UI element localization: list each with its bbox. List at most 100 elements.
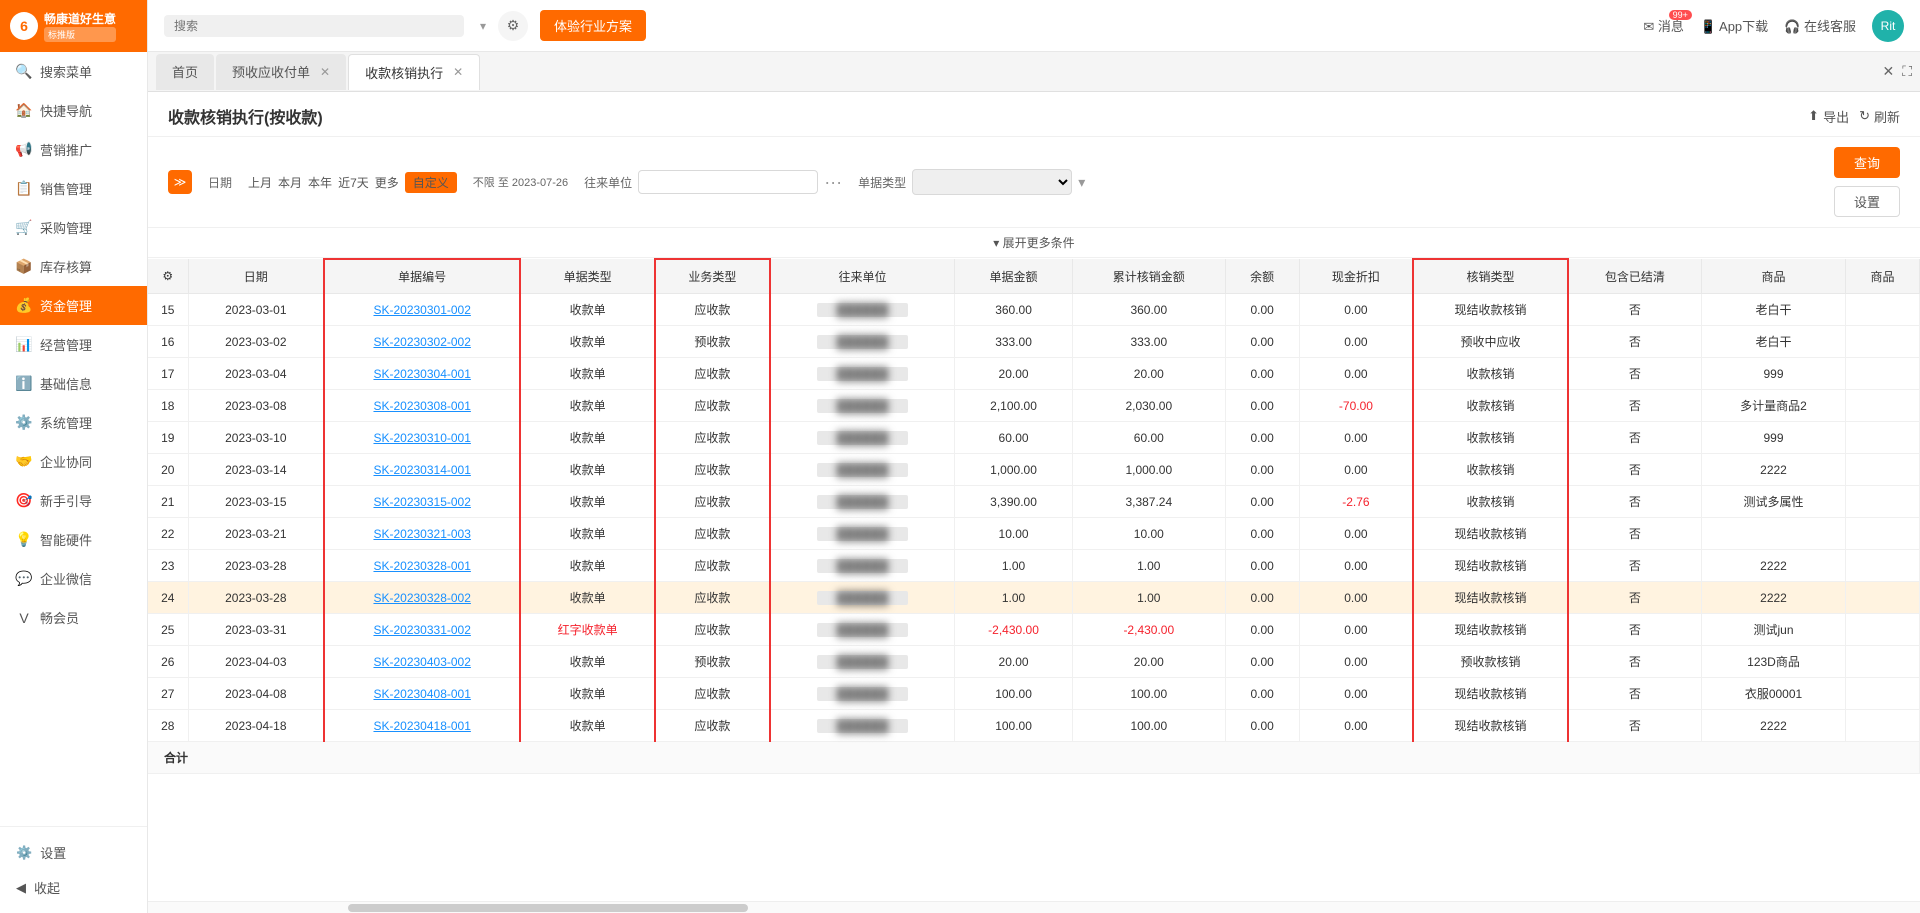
col-header-product[interactable]: 商品 [1702, 259, 1846, 294]
refresh-btn[interactable]: ↻ 刷新 [1859, 107, 1900, 126]
cell-balance: 0.00 [1225, 678, 1299, 710]
export-btn[interactable]: ⬆ 导出 [1808, 107, 1849, 126]
col-header-amount[interactable]: 单据金额 [955, 259, 1073, 294]
topbar-message-btn[interactable]: ✉ 消息 99+ [1643, 16, 1684, 35]
cell-no: 28 [148, 710, 188, 742]
col-header-voucher-no[interactable]: 单据编号 [324, 259, 520, 294]
cell-voucher-no[interactable]: SK-20230418-001 [324, 710, 520, 742]
cell-voucher-no[interactable]: SK-20230301-002 [324, 294, 520, 326]
tab-home[interactable]: 首页 [156, 54, 214, 90]
maximize-icon[interactable]: ⛶ [1902, 63, 1912, 80]
expand-more-btn[interactable]: ▾ 展开更多条件 [148, 228, 1920, 258]
col-header-product2[interactable]: 商品 [1846, 259, 1920, 294]
horizontal-scrollbar[interactable] [148, 901, 1920, 913]
basic-icon: ℹ️ [16, 376, 32, 392]
col-header-voucher-type[interactable]: 单据类型 [520, 259, 655, 294]
cell-date: 2023-04-03 [188, 646, 324, 678]
date-prev-month[interactable]: 上月 [248, 174, 272, 191]
sidebar-item-wecom[interactable]: 💬 企业微信 [0, 559, 147, 598]
tab-collection-close[interactable]: ✕ [453, 65, 463, 79]
cell-date: 2023-03-08 [188, 390, 324, 422]
cell-voucher-no[interactable]: SK-20230331-002 [324, 614, 520, 646]
sidebar-item-hardware[interactable]: 💡 智能硬件 [0, 520, 147, 559]
cell-no: 16 [148, 326, 188, 358]
cell-voucher-no[interactable]: SK-20230403-002 [324, 646, 520, 678]
date-7days[interactable]: 近7天 [338, 174, 369, 191]
cell-cash-discount: 0.00 [1299, 358, 1413, 390]
cell-product2 [1846, 358, 1920, 390]
cell-voucher-no[interactable]: SK-20230315-002 [324, 486, 520, 518]
cell-voucher-no[interactable]: SK-20230304-001 [324, 358, 520, 390]
cell-partner: ██████ [770, 486, 955, 518]
sidebar-item-inventory[interactable]: 📦 库存核算 [0, 247, 147, 286]
cell-no: 24 [148, 582, 188, 614]
close-window-icon[interactable]: ✕ [1882, 63, 1894, 80]
sidebar-item-marketing[interactable]: 📢 营销推广 [0, 130, 147, 169]
date-curr-year[interactable]: 本年 [308, 174, 332, 191]
solution-btn[interactable]: 体验行业方案 [540, 10, 646, 41]
cell-voucher-no[interactable]: SK-20230408-001 [324, 678, 520, 710]
sidebar-item-collab[interactable]: 🤝 企业协同 [0, 442, 147, 481]
sidebar-collapse-btn[interactable]: ◀ 收起 [0, 870, 147, 905]
sidebar-item-system[interactable]: ⚙️ 系统管理 [0, 403, 147, 442]
partner-input[interactable] [638, 170, 818, 194]
cell-amount: 100.00 [955, 710, 1073, 742]
col-header-balance[interactable]: 余额 [1225, 259, 1299, 294]
topbar-appdown-btn[interactable]: 📱 App下载 [1700, 16, 1768, 35]
setting-btn[interactable]: 设置 [1834, 186, 1900, 217]
col-header-biz-type[interactable]: 业务类型 [655, 259, 770, 294]
sidebar-item-sales[interactable]: 📋 销售管理 [0, 169, 147, 208]
col-header-cancel-type[interactable]: 核销类型 [1413, 259, 1567, 294]
sidebar-item-search[interactable]: 🔍 搜索菜单 [0, 52, 147, 91]
cell-product2 [1846, 710, 1920, 742]
cell-voucher-no[interactable]: SK-20230310-001 [324, 422, 520, 454]
cell-product2 [1846, 390, 1920, 422]
tab-receivable-close[interactable]: ✕ [320, 65, 330, 79]
cell-include-settled: 否 [1568, 710, 1702, 742]
topbar-dropdown-icon[interactable]: ▾ [480, 19, 486, 33]
tab-receivable[interactable]: 预收应收付单 ✕ [216, 54, 346, 90]
col-header-include-settled[interactable]: 包含已结清 [1568, 259, 1702, 294]
col-header-partner[interactable]: 往来单位 [770, 259, 955, 294]
sidebar-item-operations[interactable]: 📊 经营管理 [0, 325, 147, 364]
col-header-accumulated[interactable]: 累计核销金额 [1072, 259, 1225, 294]
cell-partner: ██████ [770, 678, 955, 710]
cell-voucher-no[interactable]: SK-20230328-002 [324, 582, 520, 614]
filter-toggle-btn[interactable]: ≫ [168, 170, 192, 194]
cell-accumulated: 20.00 [1072, 358, 1225, 390]
page-content: 收款核销执行(按收款) ⬆ 导出 ↻ 刷新 ≫ 日期 上月 本月 本年 近7天 [148, 92, 1920, 913]
cell-balance: 0.00 [1225, 294, 1299, 326]
table-row: 272023-04-08SK-20230408-001收款单应收款██████1… [148, 678, 1920, 710]
total-row: 合计 [148, 742, 1920, 774]
col-header-cash-discount[interactable]: 现金折扣 [1299, 259, 1413, 294]
cell-voucher-no[interactable]: SK-20230302-002 [324, 326, 520, 358]
sidebar-item-purchase[interactable]: 🛒 采购管理 [0, 208, 147, 247]
cell-voucher-no[interactable]: SK-20230314-001 [324, 454, 520, 486]
date-custom-btn[interactable]: 自定义 [405, 172, 457, 193]
cell-no: 27 [148, 678, 188, 710]
tab-collection[interactable]: 收款核销执行 ✕ [348, 54, 480, 90]
date-more[interactable]: 更多 [375, 174, 399, 191]
voucher-type-select[interactable] [912, 169, 1072, 195]
user-avatar[interactable]: Rit [1872, 10, 1904, 42]
cell-voucher-no[interactable]: SK-20230308-001 [324, 390, 520, 422]
date-curr-month[interactable]: 本月 [278, 174, 302, 191]
col-header-date[interactable]: 日期 [188, 259, 324, 294]
home-icon: 🏠 [16, 103, 32, 119]
topbar-gear-btn[interactable]: ⚙ [498, 11, 528, 41]
sidebar-item-finance[interactable]: 💰 资金管理 [0, 286, 147, 325]
sidebar-item-basic[interactable]: ℹ️ 基础信息 [0, 364, 147, 403]
sidebar-settings-btn[interactable]: ⚙️ 设置 [0, 835, 147, 870]
cell-product2 [1846, 550, 1920, 582]
query-btn[interactable]: 查询 [1834, 147, 1900, 178]
cell-voucher-no[interactable]: SK-20230328-001 [324, 550, 520, 582]
cell-cash-discount: 0.00 [1299, 294, 1413, 326]
refresh-icon: ↻ [1859, 108, 1870, 124]
topbar-search-input[interactable] [174, 19, 454, 33]
sidebar-item-nav[interactable]: 🏠 快捷导航 [0, 91, 147, 130]
topbar-service-btn[interactable]: 🎧 在线客服 [1784, 16, 1856, 35]
sidebar-item-guide[interactable]: 🎯 新手引导 [0, 481, 147, 520]
sidebar-item-member[interactable]: V 畅会员 [0, 598, 147, 637]
cell-partner: ██████ [770, 422, 955, 454]
cell-voucher-no[interactable]: SK-20230321-003 [324, 518, 520, 550]
